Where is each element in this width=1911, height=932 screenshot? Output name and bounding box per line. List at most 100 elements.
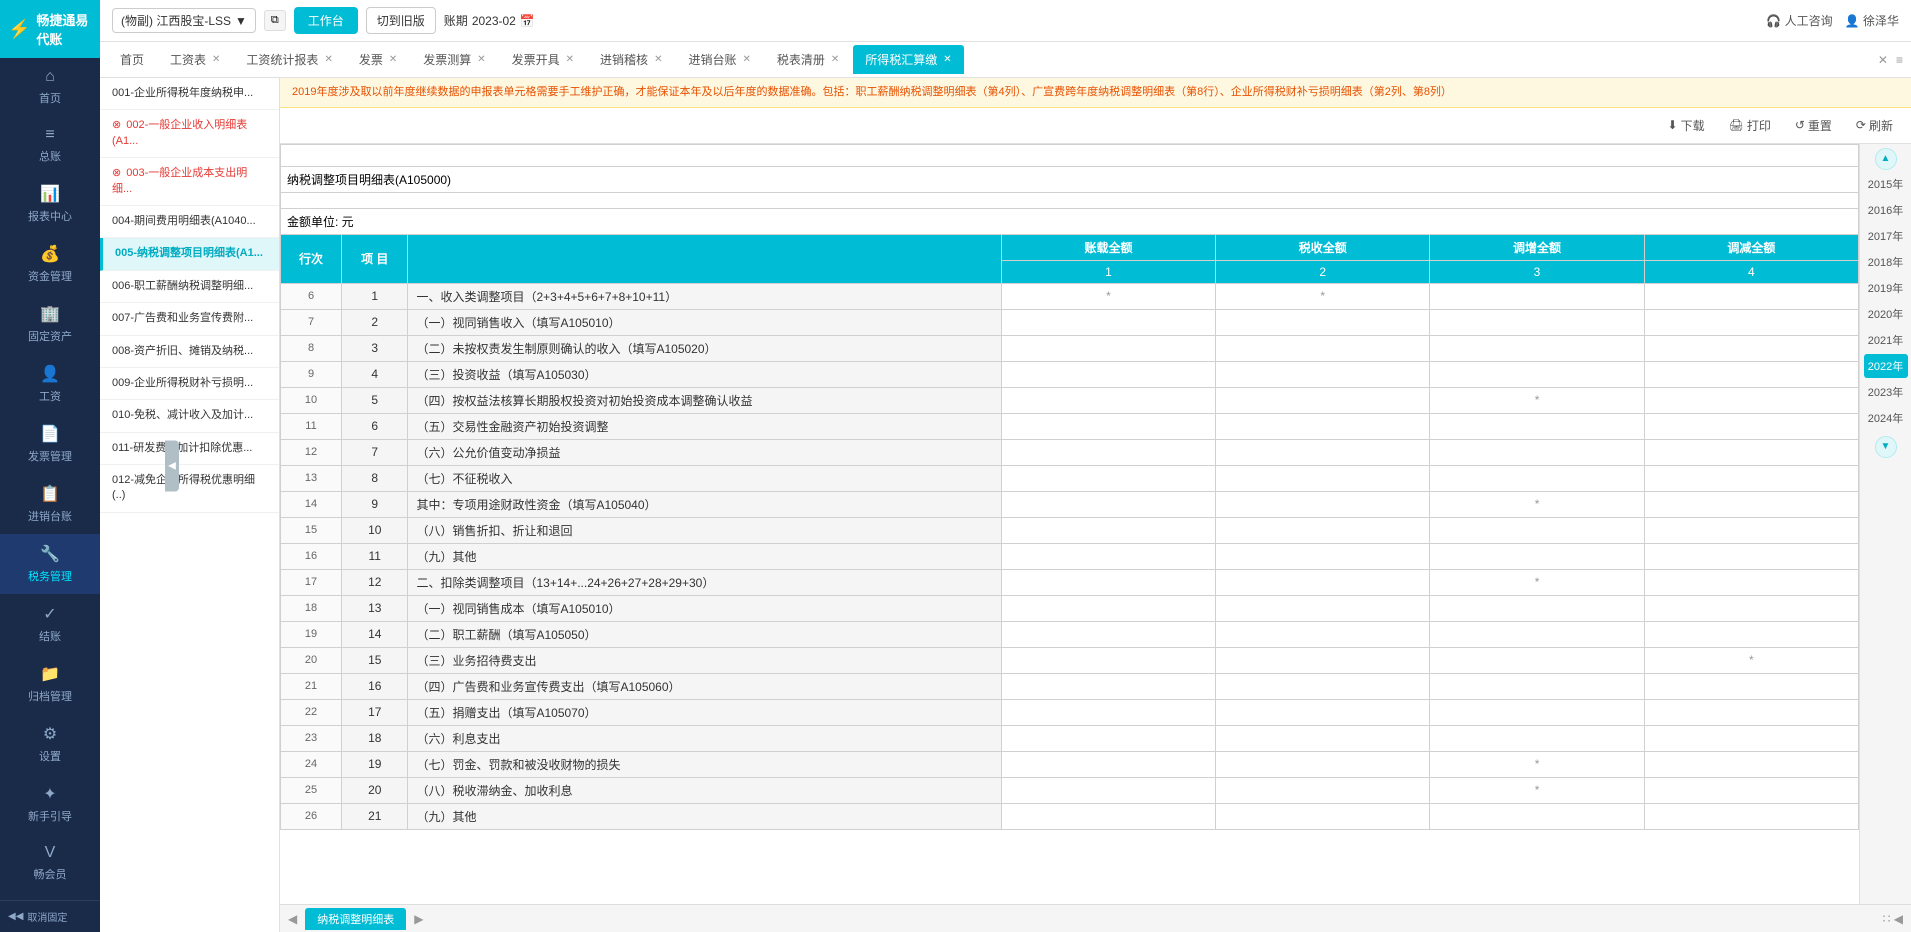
tab-check[interactable]: 进销稽核 ✕	[588, 45, 674, 74]
tab-home[interactable]: 首页	[108, 45, 156, 74]
row-cell-f[interactable]	[1644, 595, 1858, 621]
row-cell-d[interactable]	[1216, 335, 1430, 361]
left-item-011[interactable]: 011-研发费用加计扣除优惠...	[100, 433, 279, 465]
sidebar-item-home[interactable]: ⌂ 首页	[0, 58, 100, 116]
print-btn[interactable]: 🖨 打印	[1723, 114, 1777, 137]
row-cell-d[interactable]	[1216, 621, 1430, 647]
row-cell-d[interactable]: *	[1216, 283, 1430, 309]
tab-payroll-stats-close[interactable]: ✕	[324, 54, 332, 65]
row-cell-c[interactable]	[1001, 491, 1215, 517]
left-item-004[interactable]: 004-期间费用明细表(A1040...	[100, 206, 279, 238]
year-item[interactable]: 2018年	[1864, 250, 1908, 274]
year-item[interactable]: 2019年	[1864, 276, 1908, 300]
row-cell-c[interactable]	[1001, 777, 1215, 803]
row-cell-d[interactable]	[1216, 725, 1430, 751]
row-cell-d[interactable]	[1216, 543, 1430, 569]
tabs-menu-icon[interactable]: ≡	[1896, 53, 1903, 67]
tab-tax-list[interactable]: 税表清册 ✕	[765, 45, 851, 74]
row-cell-c[interactable]	[1001, 543, 1215, 569]
row-cell-f[interactable]: *	[1644, 647, 1858, 673]
row-cell-f[interactable]	[1644, 465, 1858, 491]
scroll-left-btn[interactable]: ◀	[288, 912, 297, 926]
row-cell-e[interactable]: *	[1430, 751, 1644, 777]
tabs-close-icon[interactable]: ✕	[1878, 53, 1888, 67]
row-cell-f[interactable]	[1644, 803, 1858, 829]
bottom-tab[interactable]: 纳税调整明细表	[305, 908, 406, 930]
row-cell-f[interactable]	[1644, 621, 1858, 647]
tab-income-tax[interactable]: 所得税汇算缴 ✕	[853, 45, 963, 74]
row-cell-f[interactable]	[1644, 309, 1858, 335]
row-cell-d[interactable]	[1216, 569, 1430, 595]
row-cell-e[interactable]	[1430, 699, 1644, 725]
row-cell-f[interactable]	[1644, 335, 1858, 361]
left-item-003[interactable]: ⊗ 003-一般企业成本支出明细...	[100, 158, 279, 206]
row-cell-f[interactable]	[1644, 543, 1858, 569]
row-cell-d[interactable]	[1216, 387, 1430, 413]
row-cell-e[interactable]	[1430, 725, 1644, 751]
row-cell-e[interactable]	[1430, 439, 1644, 465]
sidebar-logo[interactable]: ⚡ 畅捷通易代账	[0, 0, 100, 58]
row-cell-e[interactable]: *	[1430, 777, 1644, 803]
row-cell-e[interactable]	[1430, 465, 1644, 491]
left-item-002[interactable]: ⊗ 002-一般企业收入明细表(A1...	[100, 110, 279, 158]
tab-invoice-issue[interactable]: 发票开具 ✕	[500, 45, 586, 74]
tab-tax-list-close[interactable]: ✕	[831, 54, 839, 65]
row-cell-d[interactable]	[1216, 309, 1430, 335]
tab-check-close[interactable]: ✕	[654, 54, 662, 65]
row-cell-e[interactable]	[1430, 595, 1644, 621]
year-item[interactable]: 2022年	[1864, 354, 1908, 378]
year-item[interactable]: 2017年	[1864, 224, 1908, 248]
tab-purchase-ledger[interactable]: 进销台账 ✕	[676, 45, 762, 74]
tab-invoice-close[interactable]: ✕	[389, 54, 397, 65]
row-cell-d[interactable]	[1216, 361, 1430, 387]
row-cell-e[interactable]	[1430, 673, 1644, 699]
row-cell-d[interactable]	[1216, 647, 1430, 673]
row-cell-f[interactable]	[1644, 673, 1858, 699]
row-cell-c[interactable]	[1001, 595, 1215, 621]
row-cell-f[interactable]	[1644, 491, 1858, 517]
row-cell-e[interactable]: *	[1430, 569, 1644, 595]
sidebar-item-assets[interactable]: 🏢 固定资产	[0, 294, 100, 354]
year-item[interactable]: 2016年	[1864, 198, 1908, 222]
year-item[interactable]: 2020年	[1864, 302, 1908, 326]
row-cell-f[interactable]	[1644, 777, 1858, 803]
row-cell-f[interactable]	[1644, 751, 1858, 777]
year-up-btn[interactable]: ▲	[1875, 148, 1897, 170]
sidebar-item-guide[interactable]: ✦ 新手引导	[0, 774, 100, 834]
tab-payroll[interactable]: 工资表 ✕	[158, 45, 232, 74]
row-cell-c[interactable]	[1001, 517, 1215, 543]
row-cell-c[interactable]	[1001, 309, 1215, 335]
row-cell-c[interactable]: *	[1001, 283, 1215, 309]
row-cell-e[interactable]	[1430, 647, 1644, 673]
row-cell-e[interactable]	[1430, 361, 1644, 387]
row-cell-d[interactable]	[1216, 465, 1430, 491]
row-cell-c[interactable]	[1001, 725, 1215, 751]
sidebar-item-close[interactable]: ✓ 结账	[0, 594, 100, 654]
row-cell-c[interactable]	[1001, 751, 1215, 777]
sidebar-pin-toggle[interactable]: ◀◀ 取消固定	[0, 900, 100, 932]
row-cell-e[interactable]: *	[1430, 491, 1644, 517]
left-item-010[interactable]: 010-免税、减计收入及加计...	[100, 400, 279, 432]
row-cell-d[interactable]	[1216, 751, 1430, 777]
row-cell-f[interactable]	[1644, 699, 1858, 725]
year-item[interactable]: 2024年	[1864, 406, 1908, 430]
tab-payroll-stats[interactable]: 工资统计报表 ✕	[234, 45, 344, 74]
sidebar-item-purchase[interactable]: 📋 进销台账	[0, 474, 100, 534]
row-cell-e[interactable]	[1430, 309, 1644, 335]
sidebar-item-ledger[interactable]: ≡ 总账	[0, 116, 100, 174]
row-cell-d[interactable]	[1216, 413, 1430, 439]
row-cell-e[interactable]: *	[1430, 387, 1644, 413]
company-selector[interactable]: (物副) 江西股宝-LSS ▼	[112, 8, 256, 33]
left-item-012[interactable]: 012-减免企业所得税优惠明细(..)	[100, 465, 279, 513]
workbench-button[interactable]: 工作台	[294, 7, 358, 34]
row-cell-e[interactable]	[1430, 517, 1644, 543]
row-cell-d[interactable]	[1216, 517, 1430, 543]
row-cell-f[interactable]	[1644, 387, 1858, 413]
tab-invoice-issue-close[interactable]: ✕	[566, 54, 574, 65]
consult-btn[interactable]: 🎧 人工咨询	[1766, 12, 1832, 29]
old-version-button[interactable]: 切到旧版	[366, 7, 436, 34]
copy-button[interactable]: ⧉	[264, 10, 286, 31]
left-item-009[interactable]: 009-企业所得税财补亏损明...	[100, 368, 279, 400]
year-item[interactable]: 2023年	[1864, 380, 1908, 404]
sheet-content[interactable]: 纳税调整项目明细表(A105000) 金额单位: 元	[280, 144, 1859, 905]
